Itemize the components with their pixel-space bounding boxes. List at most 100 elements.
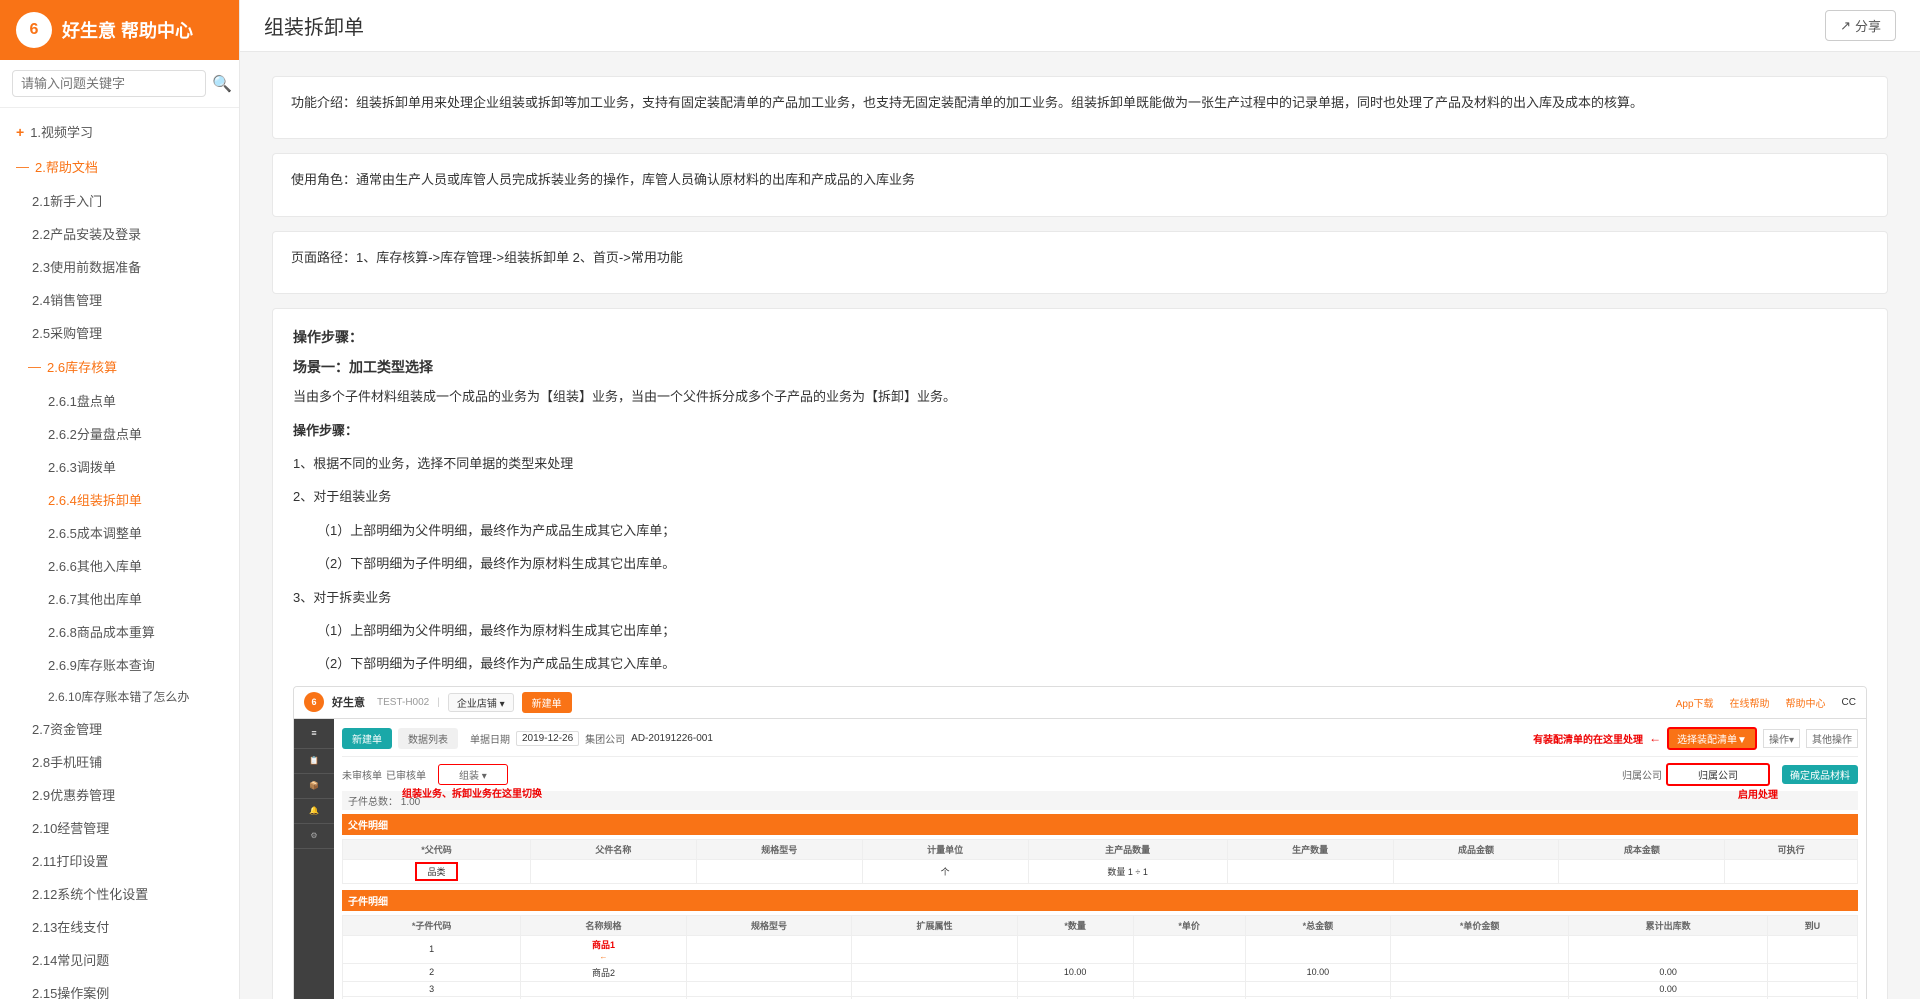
search-box: 🔍 — [0, 60, 239, 108]
scene1-title: 场景一：加工类型选择 — [293, 357, 1867, 377]
ss-content: 新建单 数据列表 单据日期 2019-12-26 集团公司 AD-2019122… — [334, 719, 1866, 999]
ss-app-label: App下载 — [1676, 695, 1714, 710]
search-input[interactable] — [12, 70, 206, 97]
share-icon: ↗ — [1840, 18, 1851, 34]
ss-sub-col-9: 累计出库数 — [1569, 915, 1768, 935]
ss-help-label: 在线帮助 — [1730, 695, 1770, 710]
ss-new-order-btn[interactable]: 新建单 — [522, 692, 572, 713]
ss-tab-unreviewed: 未审核单 — [342, 767, 382, 782]
ss-sub-row1-c9 — [1569, 935, 1768, 963]
ss-action-btn-2[interactable]: 其他操作 — [1806, 729, 1858, 748]
ss-date-value[interactable]: 2019-12-26 — [516, 731, 579, 746]
ss-sub-col-8: *单价金额 — [1390, 915, 1568, 935]
ss-upper-table: *父代码 父件名称 规格型号 计量单位 主产品数量 生产数量 成品金额 成本金额 — [342, 839, 1858, 884]
sidebar-item-2-11[interactable]: 2.11打印设置 — [0, 844, 239, 877]
ss-action-btn-1[interactable]: 操作▾ — [1763, 729, 1800, 748]
sidebar-item-2-9[interactable]: 2.9优惠券管理 — [0, 778, 239, 811]
sidebar-item-2-1[interactable]: 2.1新手入门 — [0, 184, 239, 217]
sidebar-item-label: 1.视频学习 — [30, 122, 93, 141]
ss-type-select[interactable]: 组装 ▾ — [438, 764, 508, 785]
ss-col-5: 主产品数量 — [1028, 839, 1227, 859]
ss-sub-row2-c3 — [686, 963, 851, 981]
ss-tab-list[interactable]: 数据列表 — [398, 728, 458, 749]
sidebar-item-2-5[interactable]: 2.5采购管理 — [0, 316, 239, 349]
sidebar-item-label: 2.6库存核算 — [47, 357, 117, 376]
ss-sub-row1-c5 — [1017, 935, 1133, 963]
ss-confirm-btn[interactable]: 确定成品材料 — [1782, 765, 1858, 784]
sidebar-item-2-6-1[interactable]: 2.6.1盘点单 — [0, 384, 239, 417]
step-3-1: （1）上部明细为父件明细，最终作为原材料生成其它出库单； — [317, 619, 1867, 642]
ss-store-select[interactable]: 企业店铺 ▾ — [448, 693, 514, 712]
sidebar-item-2-6-3[interactable]: 2.6.3调拨单 — [0, 450, 239, 483]
ss-sub-row1-c7 — [1245, 935, 1390, 963]
collapse-subsection-icon: — — [28, 359, 41, 374]
ss-sub-col-10: 到U — [1767, 915, 1857, 935]
sidebar-item-2-3[interactable]: 2.3使用前数据准备 — [0, 250, 239, 283]
ss-main: ≡ 📋 📦 🔔 ⚙ — [294, 719, 1866, 999]
sidebar-item-2-10[interactable]: 2.10经营管理 — [0, 811, 239, 844]
ss-col-6: 生产数量 — [1227, 839, 1393, 859]
ss-sub-col-5: *数量 — [1017, 915, 1133, 935]
search-icon[interactable]: 🔍 — [212, 74, 232, 94]
share-button[interactable]: ↗ 分享 — [1825, 10, 1896, 41]
sidebar-item-2-6-5[interactable]: 2.6.5成本调整单 — [0, 516, 239, 549]
ss-sub-total: 子件总数： 1.00 — [342, 791, 1858, 810]
info-box-1: 功能介绍：组装拆卸单用来处理企业组装或拆卸等加工业务，支持有固定装配清单的产品加… — [272, 76, 1888, 139]
sidebar-item-video[interactable]: + 1.视频学习 — [0, 114, 239, 149]
step-2-1: （1）上部明细为父件明细，最终作为产成品生成其它入库单； — [317, 519, 1867, 542]
sidebar-item-2-6-7[interactable]: 2.6.7其他出库单 — [0, 582, 239, 615]
step-3-2: （2）下部明细为子件明细，最终作为产成品生成其它入库单。 — [317, 652, 1867, 675]
info-text-2: 使用角色：通常由生产人员或库管人员完成拆装业务的操作，库管人员确认原材料的出库和… — [291, 168, 1869, 191]
sidebar-item-2-14[interactable]: 2.14常见问题 — [0, 943, 239, 976]
ss-date-label: 单据日期 — [470, 731, 510, 746]
sidebar-item-2-6-6[interactable]: 2.6.6其他入库单 — [0, 549, 239, 582]
sidebar-item-2-6-4[interactable]: 2.6.4组装拆卸单 — [0, 483, 239, 516]
step-2: 2、对于组装业务 — [293, 485, 1867, 508]
sidebar-item-2-8[interactable]: 2.8手机旺铺 — [0, 745, 239, 778]
sidebar-item-2-4[interactable]: 2.4销售管理 — [0, 283, 239, 316]
table-row: 1 商品1← — [343, 935, 1858, 963]
annotation-enable: 启用处理 — [1738, 790, 1778, 801]
sidebar-item-2-6-10[interactable]: 2.6.10库存账本错了怎么办 — [0, 681, 239, 712]
ss-parent-code-cell[interactable]: 品类 — [415, 862, 457, 881]
sidebar-item-2-6-2[interactable]: 2.6.2分量盘点单 — [0, 417, 239, 450]
sidebar-item-2-6-8[interactable]: 2.6.8商品成本重算 — [0, 615, 239, 648]
table-row: 30.00 — [343, 981, 1858, 996]
sidebar-item-2-6[interactable]: — 2.6库存核算 — [0, 349, 239, 384]
sidebar-item-2-12[interactable]: 2.12系统个性化设置 — [0, 877, 239, 910]
sidebar-item-docs[interactable]: — 2.帮助文档 — [0, 149, 239, 184]
info-box-3: 页面路径：1、库存核算->库存管理->组装拆卸单 2、首页->常用功能 — [272, 231, 1888, 294]
sidebar-item-2-2[interactable]: 2.2产品安装及登录 — [0, 217, 239, 250]
ss-sub-col-2: 名称规格 — [521, 915, 686, 935]
sidebar-item-2-6-9[interactable]: 2.6.9库存账本查询 — [0, 648, 239, 681]
ss-sub-col-3: 规格型号 — [686, 915, 851, 935]
ss-lower-table: *子件代码 名称规格 规格型号 扩展属性 *数量 *单价 *总金额 *单价金额 — [342, 915, 1858, 999]
sidebar-item-2-13[interactable]: 2.13在线支付 — [0, 910, 239, 943]
sidebar-item-2-15[interactable]: 2.15操作案例 — [0, 976, 239, 999]
ss-select-bom-btn[interactable]: 选择装配清单▼ — [1667, 727, 1757, 750]
ss-toolbar: 新建单 数据列表 单据日期 2019-12-26 集团公司 AD-2019122… — [342, 727, 1858, 757]
ss-sub-row2-c9: 0.00 — [1569, 963, 1768, 981]
ss-parent-qty2-cell — [1227, 859, 1393, 883]
ss-sub-col-4: 扩展属性 — [852, 915, 1017, 935]
sidebar-item-label: 2.帮助文档 — [35, 157, 98, 176]
ss-sub-row2-c4 — [852, 963, 1017, 981]
ss-sub-row2-c6 — [1133, 963, 1245, 981]
ss-tab-new[interactable]: 新建单 — [342, 728, 392, 749]
annotation-bom: 有装配清单的在这里处理 — [1533, 731, 1643, 746]
sidebar-item-2-7[interactable]: 2.7资金管理 — [0, 712, 239, 745]
ss-sub-row1-c8 — [1390, 935, 1568, 963]
ss-sub-col-6: *单价 — [1133, 915, 1245, 935]
ss-col-3: 规格型号 — [696, 839, 862, 859]
step-3: 3、对于拆卖业务 — [293, 586, 1867, 609]
ss-sub-row1-c3 — [686, 935, 851, 963]
info-text-1: 功能介绍：组装拆卸单用来处理企业组装或拆卸等加工业务，支持有固定装配清单的产品加… — [291, 91, 1869, 114]
ss-parent-amt1-cell — [1393, 859, 1559, 883]
ss-tab-reviewed: 已审核单 — [386, 767, 426, 782]
ss-company-input[interactable]: 归属公司 — [1666, 763, 1770, 786]
annotation-arrow-1: ← — [1649, 731, 1661, 745]
ss-col-1: *父代码 — [343, 839, 531, 859]
step-1: 1、根据不同的业务，选择不同单据的类型来处理 — [293, 452, 1867, 475]
ss-parent-spec-cell — [696, 859, 862, 883]
ss-sub-row2-c10 — [1767, 963, 1857, 981]
